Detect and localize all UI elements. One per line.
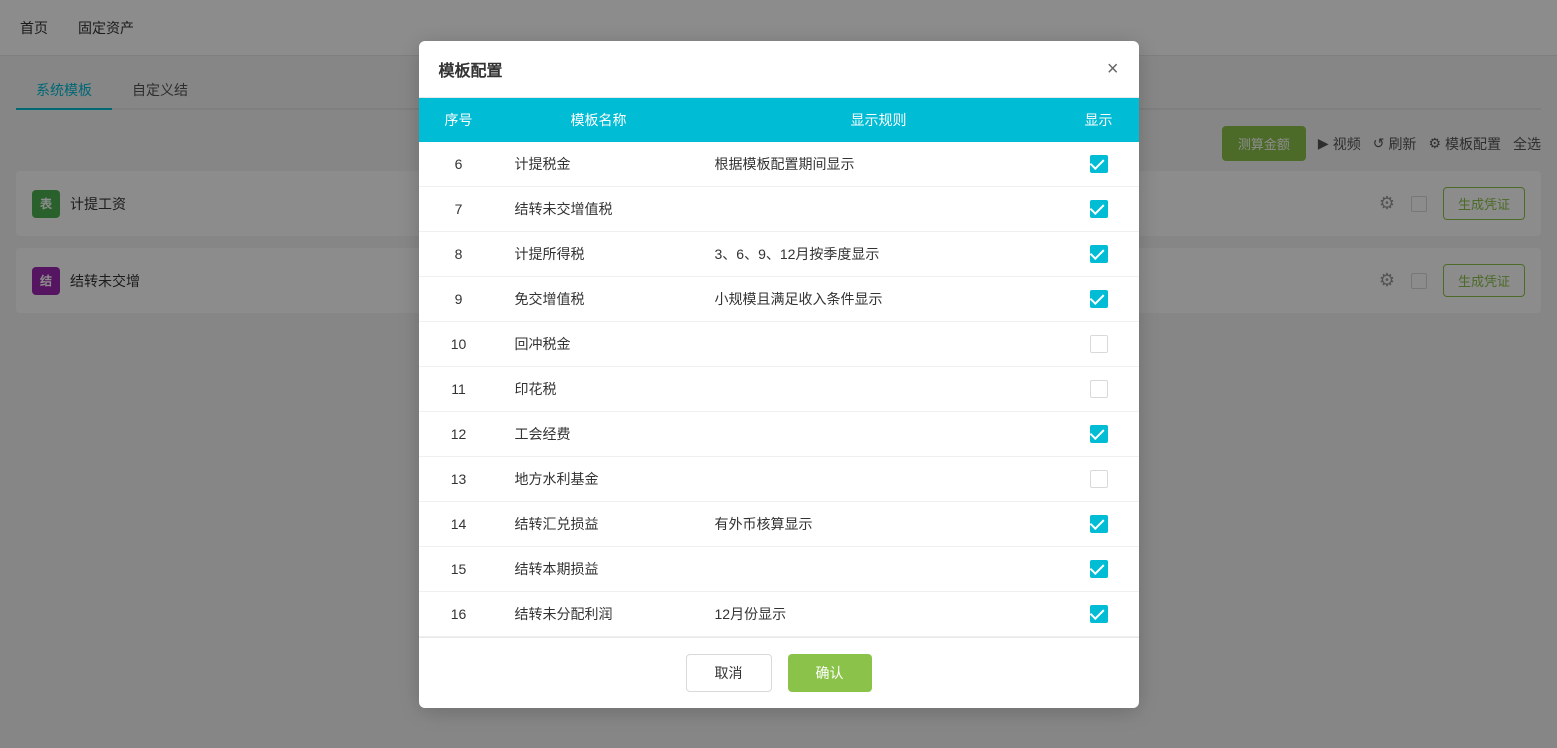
cell-name-1: 结转未交增值税 <box>499 186 699 231</box>
cell-id-1: 7 <box>419 186 499 231</box>
cell-name-10: 结转未分配利润 <box>499 591 699 636</box>
modal-header: 模板配置 × <box>419 41 1139 98</box>
cell-rule-3: 小规模且满足收入条件显示 <box>699 276 1059 321</box>
modal-close-button[interactable]: × <box>1107 59 1119 79</box>
cell-id-9: 15 <box>419 546 499 591</box>
col-header-name: 模板名称 <box>499 98 699 142</box>
checkbox-4[interactable] <box>1090 335 1108 353</box>
cancel-button[interactable]: 取消 <box>686 654 772 692</box>
cell-check-6 <box>1059 411 1139 456</box>
col-header-id: 序号 <box>419 98 499 142</box>
cell-check-10 <box>1059 591 1139 636</box>
cell-id-10: 16 <box>419 591 499 636</box>
table-body: 6计提税金根据模板配置期间显示7结转未交增值税8计提所得税3、6、9、12月按季… <box>419 142 1139 637</box>
cell-check-2 <box>1059 231 1139 276</box>
cell-id-4: 10 <box>419 321 499 366</box>
modal-template-config: 模板配置 × 序号 模板名称 显示规则 显示 6计提税金根据模板配置期间显示7结… <box>419 41 1139 708</box>
modal-title: 模板配置 <box>439 57 503 81</box>
cell-name-7: 地方水利基金 <box>499 456 699 501</box>
cell-rule-5 <box>699 366 1059 411</box>
cell-name-3: 免交增值税 <box>499 276 699 321</box>
cell-id-5: 11 <box>419 366 499 411</box>
table-row: 13地方水利基金 <box>419 456 1139 501</box>
col-header-rule: 显示规则 <box>699 98 1059 142</box>
cell-rule-6 <box>699 411 1059 456</box>
checkbox-0[interactable] <box>1090 155 1108 173</box>
cell-rule-2: 3、6、9、12月按季度显示 <box>699 231 1059 276</box>
cell-rule-4 <box>699 321 1059 366</box>
cell-rule-8: 有外币核算显示 <box>699 501 1059 546</box>
table-header-row: 序号 模板名称 显示规则 显示 <box>419 98 1139 142</box>
cell-id-6: 12 <box>419 411 499 456</box>
cell-name-6: 工会经费 <box>499 411 699 456</box>
checkbox-1[interactable] <box>1090 200 1108 218</box>
table-row: 6计提税金根据模板配置期间显示 <box>419 142 1139 187</box>
modal-overlay: 模板配置 × 序号 模板名称 显示规则 显示 6计提税金根据模板配置期间显示7结… <box>0 0 1557 748</box>
cell-name-2: 计提所得税 <box>499 231 699 276</box>
cell-check-1 <box>1059 186 1139 231</box>
cell-check-3 <box>1059 276 1139 321</box>
cell-id-8: 14 <box>419 501 499 546</box>
table-row: 15结转本期损益 <box>419 546 1139 591</box>
confirm-button[interactable]: 确认 <box>788 654 872 692</box>
checkbox-3[interactable] <box>1090 290 1108 308</box>
cell-check-0 <box>1059 142 1139 187</box>
cell-id-2: 8 <box>419 231 499 276</box>
checkbox-7[interactable] <box>1090 470 1108 488</box>
table-row: 11印花税 <box>419 366 1139 411</box>
table-row: 16结转未分配利润12月份显示 <box>419 591 1139 636</box>
table-row: 7结转未交增值税 <box>419 186 1139 231</box>
cell-check-4 <box>1059 321 1139 366</box>
cell-rule-1 <box>699 186 1059 231</box>
cell-id-7: 13 <box>419 456 499 501</box>
cell-check-8 <box>1059 501 1139 546</box>
modal-footer: 取消 确认 <box>419 637 1139 708</box>
cell-name-4: 回冲税金 <box>499 321 699 366</box>
table-row: 10回冲税金 <box>419 321 1139 366</box>
cell-rule-0: 根据模板配置期间显示 <box>699 142 1059 187</box>
modal-body: 序号 模板名称 显示规则 显示 6计提税金根据模板配置期间显示7结转未交增值税8… <box>419 98 1139 637</box>
checkbox-9[interactable] <box>1090 560 1108 578</box>
table-row: 8计提所得税3、6、9、12月按季度显示 <box>419 231 1139 276</box>
table-row: 14结转汇兑损益有外币核算显示 <box>419 501 1139 546</box>
cell-check-7 <box>1059 456 1139 501</box>
cell-name-0: 计提税金 <box>499 142 699 187</box>
cell-id-0: 6 <box>419 142 499 187</box>
checkbox-6[interactable] <box>1090 425 1108 443</box>
table-row: 9免交增值税小规模且满足收入条件显示 <box>419 276 1139 321</box>
cell-name-8: 结转汇兑损益 <box>499 501 699 546</box>
cell-name-9: 结转本期损益 <box>499 546 699 591</box>
checkbox-8[interactable] <box>1090 515 1108 533</box>
table-row: 12工会经费 <box>419 411 1139 456</box>
checkbox-10[interactable] <box>1090 605 1108 623</box>
cell-id-3: 9 <box>419 276 499 321</box>
cell-rule-10: 12月份显示 <box>699 591 1059 636</box>
cell-check-5 <box>1059 366 1139 411</box>
col-header-show: 显示 <box>1059 98 1139 142</box>
cell-name-5: 印花税 <box>499 366 699 411</box>
checkbox-5[interactable] <box>1090 380 1108 398</box>
checkbox-2[interactable] <box>1090 245 1108 263</box>
cell-rule-7 <box>699 456 1059 501</box>
config-table: 序号 模板名称 显示规则 显示 6计提税金根据模板配置期间显示7结转未交增值税8… <box>419 98 1139 637</box>
cell-rule-9 <box>699 546 1059 591</box>
cell-check-9 <box>1059 546 1139 591</box>
